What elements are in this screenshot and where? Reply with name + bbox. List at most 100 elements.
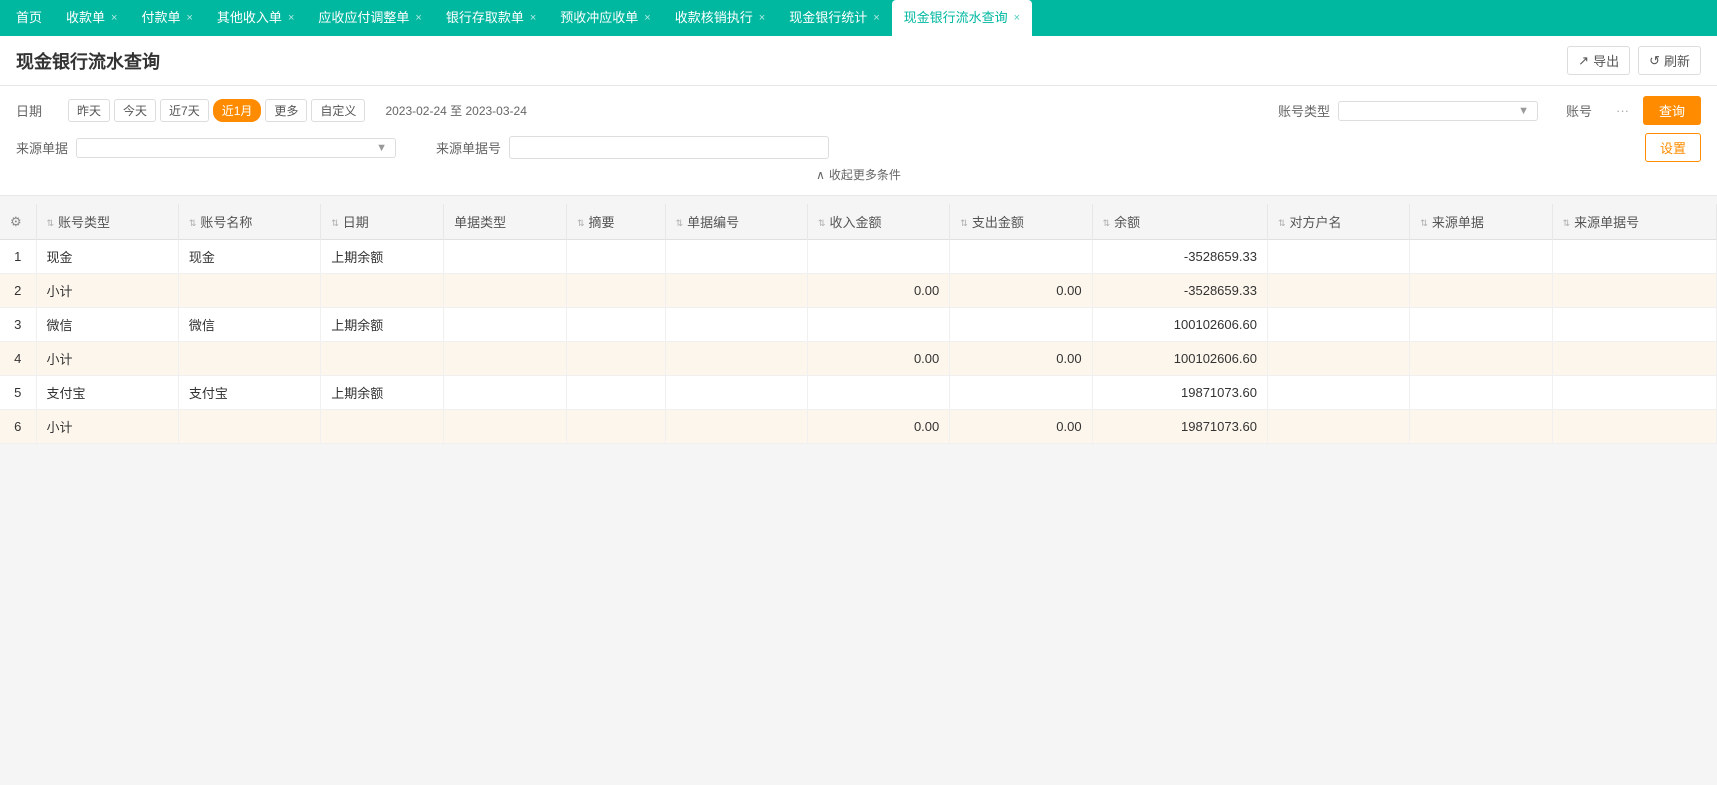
cell-doc-no [665,376,807,410]
cell-account-name: 微信 [178,308,320,342]
cell-source-doc [1410,274,1552,308]
nav-cash-bank-stats-close[interactable]: × [873,0,879,36]
nav-collection-exec-label: 收款核销执行 [675,0,753,36]
refresh-button[interactable]: ↺ 刷新 [1638,46,1701,75]
data-table: ⚙ ⇅账号类型 ⇅账号名称 ⇅日期 单据类型 ⇅摘要 ⇅单据编号 [0,204,1717,444]
cell-source-doc-no [1552,410,1716,444]
export-label: 导出 [1593,51,1619,70]
col-header-date[interactable]: ⇅日期 [321,204,444,240]
refresh-label: 刷新 [1664,51,1690,70]
cell-counterparty [1267,376,1409,410]
nav-bank-deposit[interactable]: 银行存取款单 × [434,0,548,36]
cell-doc-type [444,342,567,376]
cell-doc-no [665,410,807,444]
col-header-summary[interactable]: ⇅摘要 [567,204,666,240]
cell-summary [567,410,666,444]
date-btn-more[interactable]: 更多 [265,99,307,122]
nav-cash-bank-flow[interactable]: 现金银行流水查询 × [892,0,1032,36]
source-doc-group: 来源单据 ▼ [16,138,396,158]
cell-summary [567,308,666,342]
sort-arrows-source-doc-no: ⇅ [1563,218,1571,229]
cell-summary [567,376,666,410]
col-header-counterparty[interactable]: ⇅对方户名 [1267,204,1409,240]
settings-button[interactable]: 设置 [1645,133,1701,162]
cell-account-type: 微信 [36,308,178,342]
cell-source-doc [1410,342,1552,376]
cell-counterparty [1267,342,1409,376]
nav-bank-deposit-close[interactable]: × [530,0,536,36]
query-button[interactable]: 查询 [1643,96,1701,125]
col-header-account-name[interactable]: ⇅账号名称 [178,204,320,240]
cell-balance: 100102606.60 [1092,342,1267,376]
nav-payments[interactable]: 付款单 × [129,0,204,36]
header-actions: ↗ 导出 ↺ 刷新 [1567,46,1701,75]
account-type-select[interactable]: ▼ [1338,101,1538,121]
sort-arrows-account-type: ⇅ [47,218,55,229]
cell-expense [950,308,1092,342]
col-header-source-doc-no[interactable]: ⇅来源单据号 [1552,204,1716,240]
table-area: ⚙ ⇅账号类型 ⇅账号名称 ⇅日期 单据类型 ⇅摘要 ⇅单据编号 [0,204,1717,444]
account-dots[interactable]: ··· [1610,100,1635,121]
nav-payments-close[interactable]: × [186,0,192,36]
date-btn-custom[interactable]: 自定义 [311,99,365,122]
col-header-doc-type: 单据类型 [444,204,567,240]
cell-source-doc-no [1552,342,1716,376]
col-header-source-doc[interactable]: ⇅来源单据 [1410,204,1552,240]
sort-arrows-summary: ⇅ [577,218,585,229]
table-row: 2小计0.000.00-3528659.33 [0,274,1717,308]
cell-account-type: 支付宝 [36,376,178,410]
nav-prepay[interactable]: 预收冲应收单 × [548,0,662,36]
nav-home[interactable]: 首页 [4,0,54,36]
nav-bank-deposit-label: 银行存取款单 [446,0,524,36]
col-header-doc-no[interactable]: ⇅单据编号 [665,204,807,240]
source-doc-select[interactable]: ▼ [76,138,396,158]
nav-receipts-close[interactable]: × [111,0,117,36]
cell-balance: -3528659.33 [1092,240,1267,274]
col-header-gear[interactable]: ⚙ [0,204,36,240]
cell-source-doc-no [1552,240,1716,274]
export-button[interactable]: ↗ 导出 [1567,46,1630,75]
col-header-account-type[interactable]: ⇅账号类型 [36,204,178,240]
date-btn-today[interactable]: 今天 [114,99,156,122]
gear-icon[interactable]: ⚙ [10,214,22,229]
cell-counterparty [1267,274,1409,308]
source-doc-arrow: ▼ [376,142,387,154]
sort-arrows-account-name: ⇅ [189,218,197,229]
nav-cash-bank-stats[interactable]: 现金银行统计 × [777,0,891,36]
refresh-icon: ↺ [1649,53,1660,69]
nav-collection-exec[interactable]: 收款核销执行 × [663,0,777,36]
cell-expense: 0.00 [950,410,1092,444]
nav-cash-bank-flow-label: 现金银行流水查询 [904,0,1008,36]
cell-date [321,342,444,376]
nav-collection-exec-close[interactable]: × [759,0,765,36]
date-btn-yesterday[interactable]: 昨天 [68,99,110,122]
table-body: 1现金现金上期余额-3528659.332小计0.000.00-3528659.… [0,240,1717,444]
collapse-bar[interactable]: ∧ 收起更多条件 [16,162,1701,187]
date-options: 昨天 今天 近7天 近1月 更多 自定义 [68,99,365,122]
cell-date [321,274,444,308]
nav-other-income-label: 其他收入单 [217,0,282,36]
cell-doc-no [665,240,807,274]
nav-cash-bank-flow-close[interactable]: × [1014,0,1020,36]
cell-account-name [178,410,320,444]
source-doc-no-input[interactable] [509,136,829,159]
cell-account-type: 小计 [36,342,178,376]
cell-income: 0.00 [807,274,949,308]
nav-other-income-close[interactable]: × [288,0,294,36]
col-header-income[interactable]: ⇅收入金额 [807,204,949,240]
sort-arrows-date: ⇅ [331,218,339,229]
account-label: 账号 [1566,101,1602,120]
date-btn-1month[interactable]: 近1月 [213,99,262,122]
date-btn-7days[interactable]: 近7天 [160,99,209,122]
collapse-icon: ∧ [816,168,825,182]
nav-receipts[interactable]: 收款单 × [54,0,129,36]
nav-other-income[interactable]: 其他收入单 × [205,0,306,36]
col-header-balance[interactable]: ⇅余额 [1092,204,1267,240]
nav-prepay-close[interactable]: × [644,0,650,36]
table-row: 5支付宝支付宝上期余额19871073.60 [0,376,1717,410]
nav-ar-adjust-close[interactable]: × [415,0,421,36]
cell-account-name [178,274,320,308]
col-header-expense[interactable]: ⇅支出金额 [950,204,1092,240]
cell-source-doc [1410,410,1552,444]
nav-ar-adjust[interactable]: 应收应付调整单 × [306,0,433,36]
